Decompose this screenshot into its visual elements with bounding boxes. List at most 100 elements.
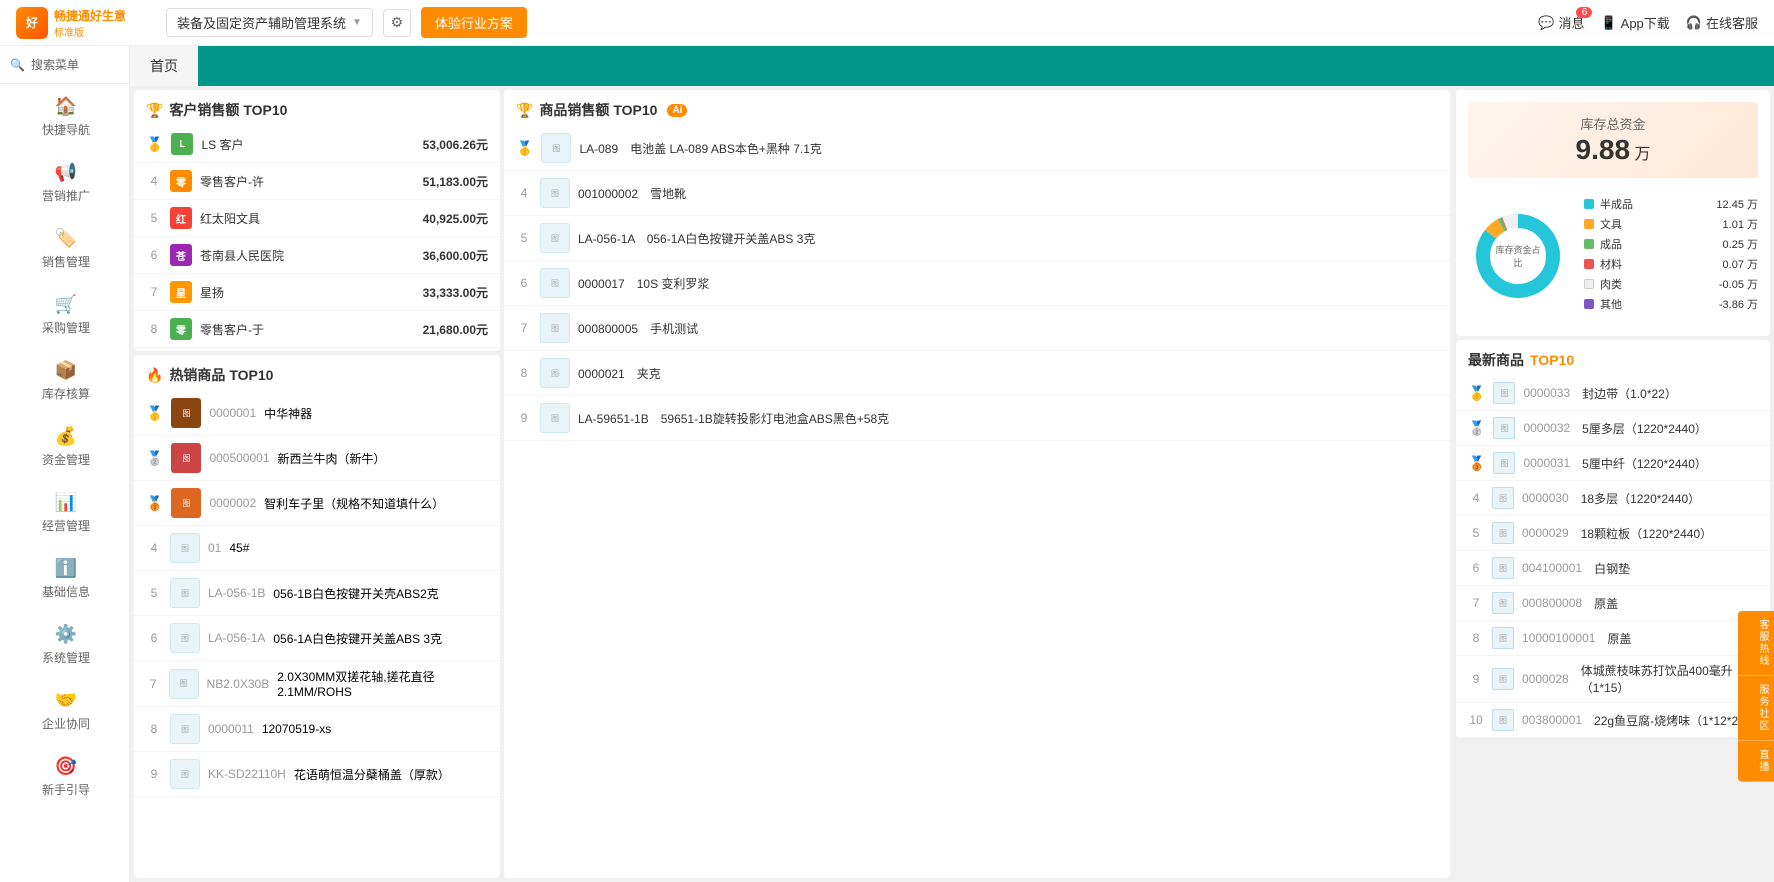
new-product-item[interactable]: 9 图 0000028 体城蔗枝味苏打饮品400毫升（1*15） (1456, 656, 1770, 703)
live-button[interactable]: 直播 (1738, 741, 1774, 782)
sidebar: 🔍 搜索菜单 🏠 快捷导航 📢 营销推广 🏷️ 销售管理 🛒 采购管理 📦 库存… (0, 46, 130, 882)
left-panel: 🏆 客户销售额 TOP10 🥇 L LS 客户 53,006.26元 4 (130, 86, 500, 882)
product-rank-item[interactable]: 9 图 LA-59651-1B 59651-1B旋转投影灯电池盒ABS黑色+58… (504, 396, 1450, 441)
customer-rank-item[interactable]: 🥇 L LS 客户 53,006.26元 (134, 126, 500, 163)
message-badge: 6 (1576, 7, 1592, 18)
product-rank-item[interactable]: 6 图 0000017 10S 变利罗浆 (504, 261, 1450, 306)
new-product-item[interactable]: 🥉 图 0000031 5厘中纤（1220*2440） (1456, 446, 1770, 481)
online-service-button[interactable]: 🎧 在线客服 (1686, 13, 1758, 32)
sidebar-item-home[interactable]: 🏠 快捷导航 (0, 84, 129, 150)
trial-button[interactable]: 体验行业方案 (421, 7, 527, 38)
hot-product-item[interactable]: 5 图 LA-056-1B 056-1B白色按键开关壳ABS2克 (134, 571, 500, 616)
sidebar-item-purchase[interactable]: 🛒 采购管理 (0, 282, 129, 348)
system-selector[interactable]: 装备及固定资产辅助管理系统 ▼ (166, 8, 373, 37)
sidebar-label-basic: 基础信息 (42, 583, 90, 600)
sidebar-label-marketing: 营销推广 (42, 187, 90, 204)
new-products-card: 最新商品 TOP10 🥇 图 0000033 封边带（1.0*22） 🥈 图 (1456, 340, 1770, 738)
customer-top10-card: 🏆 客户销售额 TOP10 🥇 L LS 客户 53,006.26元 4 (134, 90, 500, 351)
sidebar-item-basic[interactable]: ℹ️ 基础信息 (0, 546, 129, 612)
mid-panel: 🏆 商品销售额 TOP10 Ai 🥇 图 LA-089 电池盖 LA-089 A… (502, 86, 1452, 882)
product-trophy-icon: 🏆 (516, 102, 533, 119)
new-product-thumb: 图 (1492, 668, 1514, 690)
fire-icon: 🔥 (146, 367, 163, 384)
tab-home[interactable]: 首页 (130, 46, 198, 86)
product-rank-item[interactable]: 4 图 001000002 雪地靴 (504, 171, 1450, 216)
product-rank-item[interactable]: 🥇 图 LA-089 电池盖 LA-089 ABS本色+黑种 7.1克 (504, 126, 1450, 171)
product-thumbnail: 图 (540, 268, 570, 298)
customer-service-button[interactable]: 客服热线 (1738, 611, 1774, 676)
new-product-item[interactable]: 7 图 000800008 原盖 (1456, 586, 1770, 621)
new-product-item[interactable]: 10 图 003800001 22g鱼豆腐-烧烤味（1*12*20） (1456, 703, 1770, 738)
sidebar-item-inventory[interactable]: 📦 库存核算 (0, 348, 129, 414)
product-sales-list: 🥇 图 LA-089 电池盖 LA-089 ABS本色+黑种 7.1克 4 图 … (504, 126, 1450, 878)
legend-dot (1584, 299, 1594, 309)
customer-rank-list: 🥇 L LS 客户 53,006.26元 4 零 零售客户-许 51,183.0… (134, 126, 500, 351)
customer-rank-item[interactable]: 7 星 星扬 33,333.00元 (134, 274, 500, 311)
app-download-button[interactable]: 📱 App下载 (1600, 13, 1669, 32)
gold-medal-icon: 🥇 (146, 136, 163, 153)
hot-product-item[interactable]: 7 图 NB2.0X30B 2.0X30MM双搓花轴,搓花直径2.1MM/ROH… (134, 661, 500, 707)
product-thumbnail-placeholder: 图 (170, 714, 200, 744)
customer-rank-item[interactable]: 6 苍 苍南县人民医院 36,600.00元 (134, 237, 500, 274)
search-menu[interactable]: 🔍 搜索菜单 (0, 46, 129, 84)
hot-products-card: 🔥 热销商品 TOP10 🥇 图 0000001 中华神器 (134, 355, 500, 878)
legend-item: 肉类 -0.05 万 (1584, 276, 1758, 292)
headset-icon: 🎧 (1686, 15, 1702, 31)
hot-product-item[interactable]: 9 图 KK-SD22110H 花语萌恒温分蘗桶盖（厚款） (134, 752, 500, 797)
sidebar-label-sales: 销售管理 (42, 253, 90, 270)
hot-product-item[interactable]: 4 图 01 45# (134, 526, 500, 571)
sidebar-label-system: 系统管理 (42, 649, 90, 666)
sidebar-item-operation[interactable]: 📊 经营管理 (0, 480, 129, 546)
legend-dot (1584, 199, 1594, 209)
legend-item: 半成品 12.45 万 (1584, 196, 1758, 212)
product-rank-item[interactable]: 8 图 0000021 夹克 (504, 351, 1450, 396)
hot-product-item[interactable]: 🥇 图 0000001 中华神器 (134, 391, 500, 436)
customer-rank-item[interactable]: 8 零 零售客户-于 21,680.00元 (134, 311, 500, 348)
header: 好 畅捷通好生意 标准版 装备及固定资产辅助管理系统 ▼ ⚙ 体验行业方案 💬 … (0, 0, 1774, 46)
sidebar-label-operation: 经营管理 (42, 517, 90, 534)
product-thumbnail-placeholder: 图 (170, 623, 200, 653)
new-badge: Ai (667, 104, 687, 117)
hot-product-item[interactable]: 6 图 LA-056-1A 056-1A白色按键开关盖ABS 3克 (134, 616, 500, 661)
logo-text-block: 畅捷通好生意 标准版 (54, 7, 126, 39)
sidebar-item-marketing[interactable]: 📢 营销推广 (0, 150, 129, 216)
sidebar-label-guide: 新手引导 (42, 781, 90, 798)
finance-icon: 💰 (55, 426, 77, 447)
hot-product-item[interactable]: 🥈 图 000500001 新西兰牛肉（新牛） (134, 436, 500, 481)
product-rank-item[interactable]: 5 图 LA-056-1A 056-1A白色按键开关盖ABS 3克 (504, 216, 1450, 261)
legend-dot (1584, 279, 1594, 289)
gold-medal-icon: 🥇 (1468, 385, 1485, 402)
silver-medal-icon: 🥈 (1468, 420, 1485, 437)
legend-dot (1584, 239, 1594, 249)
hot-product-item[interactable]: 🥉 图 0000002 智利车子里（规格不知道填什么） (134, 481, 500, 526)
new-product-item[interactable]: 4 图 0000030 18多层（1220*2440） (1456, 481, 1770, 516)
legend-item: 成品 0.25 万 (1584, 236, 1758, 252)
new-product-item[interactable]: 6 图 004100001 白钢垫 (1456, 551, 1770, 586)
content-area: 🏆 客户销售额 TOP10 🥇 L LS 客户 53,006.26元 4 (130, 86, 1774, 882)
header-center: 装备及固定资产辅助管理系统 ▼ ⚙ 体验行业方案 (146, 7, 1538, 38)
hot-product-item[interactable]: 8 图 0000011 12070519-xs (134, 707, 500, 752)
customer-rank-item[interactable]: 4 零 零售客户-许 51,183.00元 (134, 163, 500, 200)
product-rank-item[interactable]: 7 图 000800005 手机测试 (504, 306, 1450, 351)
new-product-item[interactable]: 5 图 0000029 18颗粒板（1220*2440） (1456, 516, 1770, 551)
product-thumbnail: 图 (540, 358, 570, 388)
customer-rank-item[interactable]: 9 云 云扬 7,680.00元 (134, 348, 500, 351)
sidebar-item-system[interactable]: ⚙️ 系统管理 (0, 612, 129, 678)
new-product-item[interactable]: 8 图 10000100001 原盖 (1456, 621, 1770, 656)
gold-medal-icon: 🥇 (516, 140, 533, 157)
sidebar-label-inventory: 库存核算 (42, 385, 90, 402)
community-button[interactable]: 服务社区 (1738, 676, 1774, 741)
sidebar-item-guide[interactable]: 🎯 新手引导 (0, 744, 129, 810)
inventory-total-value: 9.88 万 (1480, 134, 1746, 166)
system-icon: ⚙️ (55, 624, 77, 645)
settings-button[interactable]: ⚙ (383, 9, 411, 37)
new-product-item[interactable]: 🥇 图 0000033 封边带（1.0*22） (1456, 376, 1770, 411)
sidebar-item-finance[interactable]: 💰 资金管理 (0, 414, 129, 480)
sidebar-item-cooperation[interactable]: 🤝 企业协同 (0, 678, 129, 744)
sidebar-item-sales[interactable]: 🏷️ 销售管理 (0, 216, 129, 282)
customer-rank-item[interactable]: 5 红 红太阳文具 40,925.00元 (134, 200, 500, 237)
message-button[interactable]: 💬 消息 6 (1538, 13, 1584, 32)
new-product-item[interactable]: 🥈 图 0000032 5厘多层（1220*2440） (1456, 411, 1770, 446)
product-thumbnail: 图 (541, 133, 571, 163)
legend-item: 文具 1.01 万 (1584, 216, 1758, 232)
